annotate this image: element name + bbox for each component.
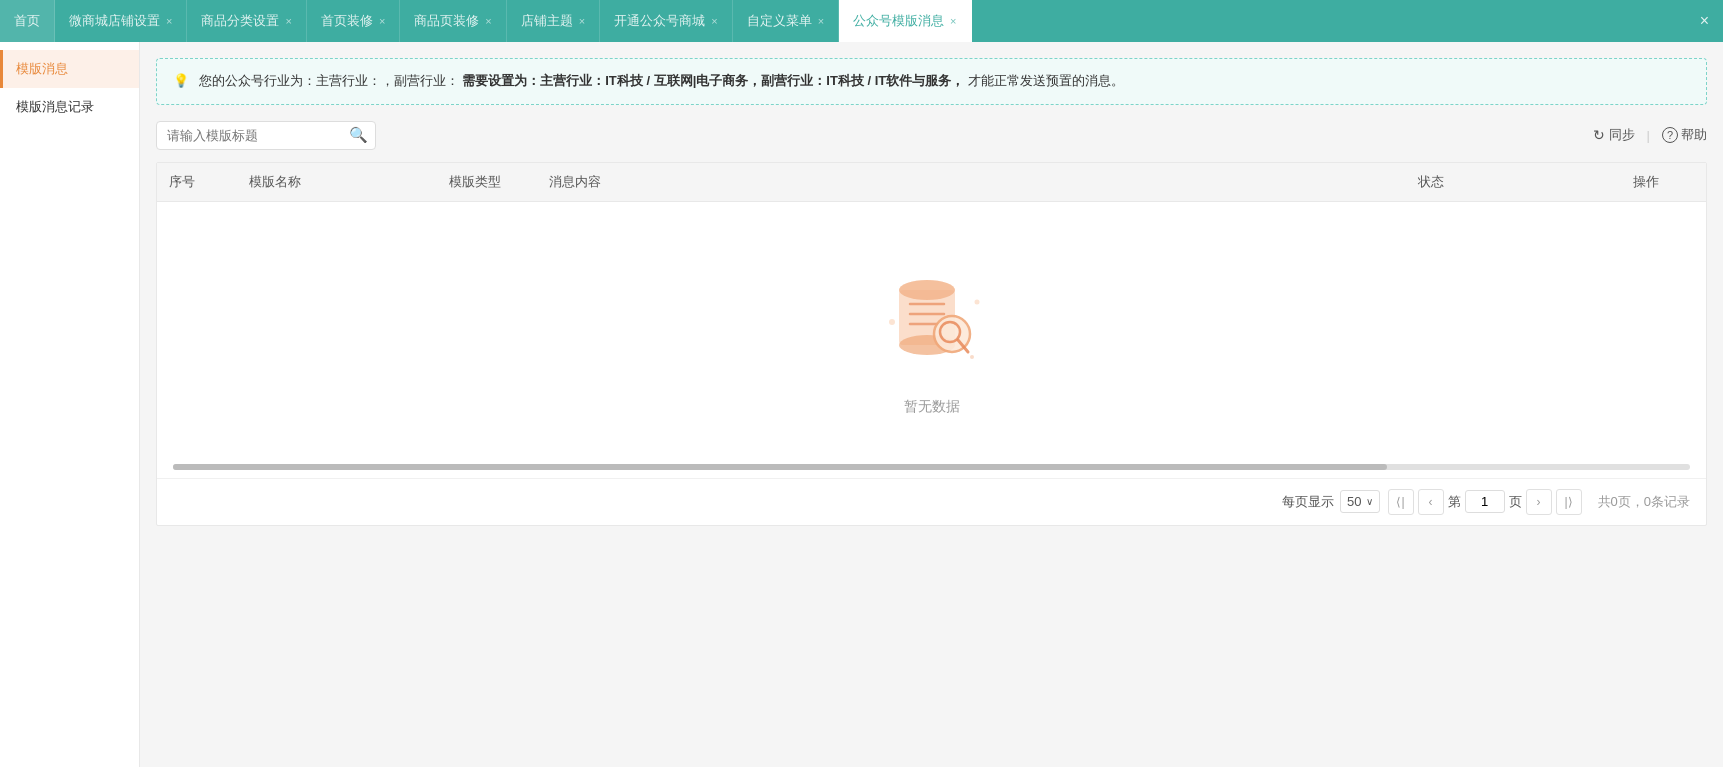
- page-navigation: ⟨| ‹ 第 页 › |⟩: [1388, 489, 1582, 515]
- nav-tab-close-template-msg[interactable]: ×: [950, 15, 956, 27]
- next-page-button[interactable]: ›: [1526, 489, 1552, 515]
- table: 序号 模版名称 模版类型 消息内容 状态 操作: [156, 162, 1707, 526]
- divider: |: [1647, 128, 1650, 143]
- page-size-value: 50: [1347, 494, 1361, 509]
- nav-tab-label-template-msg: 公众号模版消息: [853, 12, 944, 30]
- nav-tab-label-open-mall: 开通公众号商城: [614, 12, 705, 30]
- svg-point-11: [974, 299, 979, 304]
- col-content: 消息内容: [537, 163, 1406, 201]
- notice-suffix: 才能正常发送预置的消息。: [968, 73, 1124, 88]
- scrollbar-track[interactable]: [173, 464, 1690, 470]
- help-icon: ?: [1662, 127, 1678, 143]
- nav-tab-close-category-settings[interactable]: ×: [285, 15, 291, 27]
- col-action: 操作: [1586, 163, 1706, 201]
- empty-illustration: [872, 262, 992, 382]
- scrollbar-thumb[interactable]: [173, 464, 1387, 470]
- nav-tab-category-settings[interactable]: 商品分类设置 ×: [187, 0, 306, 42]
- page-suffix: 页: [1509, 493, 1522, 511]
- empty-text: 暂无数据: [904, 398, 960, 416]
- sidebar-item-template-msg[interactable]: 模版消息: [0, 50, 139, 88]
- page-label: 第: [1448, 493, 1461, 511]
- nav-tab-close-open-mall[interactable]: ×: [711, 15, 717, 27]
- nav-tab-homepage-decor[interactable]: 首页装修 ×: [307, 0, 400, 42]
- nav-tab-label-store-settings: 微商城店铺设置: [69, 12, 160, 30]
- sidebar-item-template-history[interactable]: 模版消息记录: [0, 88, 139, 126]
- content-area: 💡 您的公众号行业为：主营行业：，副营行业： 需要设置为：主营行业：IT科技 /…: [140, 42, 1723, 767]
- page-size-select: 每页显示 50 ∨: [1282, 490, 1379, 513]
- nav-tab-product-decor[interactable]: 商品页装修 ×: [400, 0, 506, 42]
- nav-tab-home[interactable]: 首页: [0, 0, 55, 42]
- col-type: 模版类型: [437, 163, 537, 201]
- page-total: 共0页，0条记录: [1598, 493, 1690, 511]
- chevron-down-icon: ∨: [1366, 496, 1373, 507]
- nav-tab-label-category-settings: 商品分类设置: [201, 12, 279, 30]
- nav-tab-label-homepage-decor: 首页装修: [321, 12, 373, 30]
- sidebar: 模版消息模版消息记录: [0, 42, 140, 767]
- notice-prefix: 您的公众号行业为：主营行业：，副营行业：: [199, 73, 459, 88]
- nav-tab-close-store-settings[interactable]: ×: [166, 15, 172, 27]
- notice-highlight: 需要设置为：主营行业：IT科技 / 互联网|电子商务，副营行业：IT科技 / I…: [462, 73, 964, 88]
- svg-point-3: [899, 280, 955, 300]
- nav-tab-label-store-theme: 店铺主题: [521, 12, 573, 30]
- lightbulb-icon: 💡: [173, 73, 189, 88]
- search-input[interactable]: [156, 121, 376, 150]
- svg-point-10: [889, 319, 895, 325]
- help-button[interactable]: ? 帮助: [1662, 126, 1707, 144]
- nav-tab-open-mall[interactable]: 开通公众号商城 ×: [600, 0, 732, 42]
- col-status: 状态: [1406, 163, 1586, 201]
- search-icon[interactable]: 🔍: [349, 126, 368, 144]
- empty-state: 暂无数据: [157, 202, 1706, 456]
- nav-tab-store-theme[interactable]: 店铺主题 ×: [507, 0, 600, 42]
- page-size-label: 每页显示: [1282, 493, 1334, 511]
- svg-point-12: [970, 355, 974, 359]
- close-all-tabs-button[interactable]: ×: [1686, 12, 1723, 30]
- search-input-wrap: 🔍: [156, 121, 376, 150]
- scrollbar-wrap: [157, 456, 1706, 478]
- nav-tab-close-homepage-decor[interactable]: ×: [379, 15, 385, 27]
- page-size-dropdown[interactable]: 50 ∨: [1340, 490, 1379, 513]
- nav-tab-close-custom-menu[interactable]: ×: [818, 15, 824, 27]
- pagination: 每页显示 50 ∨ ⟨| ‹ 第 页 › |⟩ 共0页，0条记录: [157, 478, 1706, 525]
- first-page-button[interactable]: ⟨|: [1388, 489, 1414, 515]
- nav-tab-template-msg[interactable]: 公众号模版消息 ×: [839, 0, 971, 42]
- main-layout: 模版消息模版消息记录 💡 您的公众号行业为：主营行业：，副营行业： 需要设置为：…: [0, 42, 1723, 767]
- nav-tab-label-home: 首页: [14, 12, 40, 30]
- sync-label: 同步: [1609, 126, 1635, 144]
- last-page-button[interactable]: |⟩: [1556, 489, 1582, 515]
- top-nav: 首页微商城店铺设置×商品分类设置×首页装修×商品页装修×店铺主题×开通公众号商城…: [0, 0, 1723, 42]
- search-bar: 🔍 ↻ 同步 | ? 帮助: [156, 121, 1707, 150]
- col-seq: 序号: [157, 163, 237, 201]
- nav-tab-custom-menu[interactable]: 自定义菜单 ×: [733, 0, 839, 42]
- nav-tab-label-product-decor: 商品页装修: [414, 12, 479, 30]
- search-right: ↻ 同步 | ? 帮助: [1593, 126, 1707, 144]
- notice-box: 💡 您的公众号行业为：主营行业：，副营行业： 需要设置为：主营行业：IT科技 /…: [156, 58, 1707, 105]
- nav-tab-close-product-decor[interactable]: ×: [485, 15, 491, 27]
- nav-tab-store-settings[interactable]: 微商城店铺设置 ×: [55, 0, 187, 42]
- refresh-icon: ↻: [1593, 127, 1605, 143]
- page-number-input[interactable]: [1465, 490, 1505, 513]
- col-name: 模版名称: [237, 163, 437, 201]
- nav-tab-close-store-theme[interactable]: ×: [579, 15, 585, 27]
- search-left: 🔍: [156, 121, 376, 150]
- help-label: 帮助: [1681, 126, 1707, 144]
- nav-tab-label-custom-menu: 自定义菜单: [747, 12, 812, 30]
- sync-button[interactable]: ↻ 同步: [1593, 126, 1635, 144]
- table-header: 序号 模版名称 模版类型 消息内容 状态 操作: [157, 163, 1706, 202]
- prev-page-button[interactable]: ‹: [1418, 489, 1444, 515]
